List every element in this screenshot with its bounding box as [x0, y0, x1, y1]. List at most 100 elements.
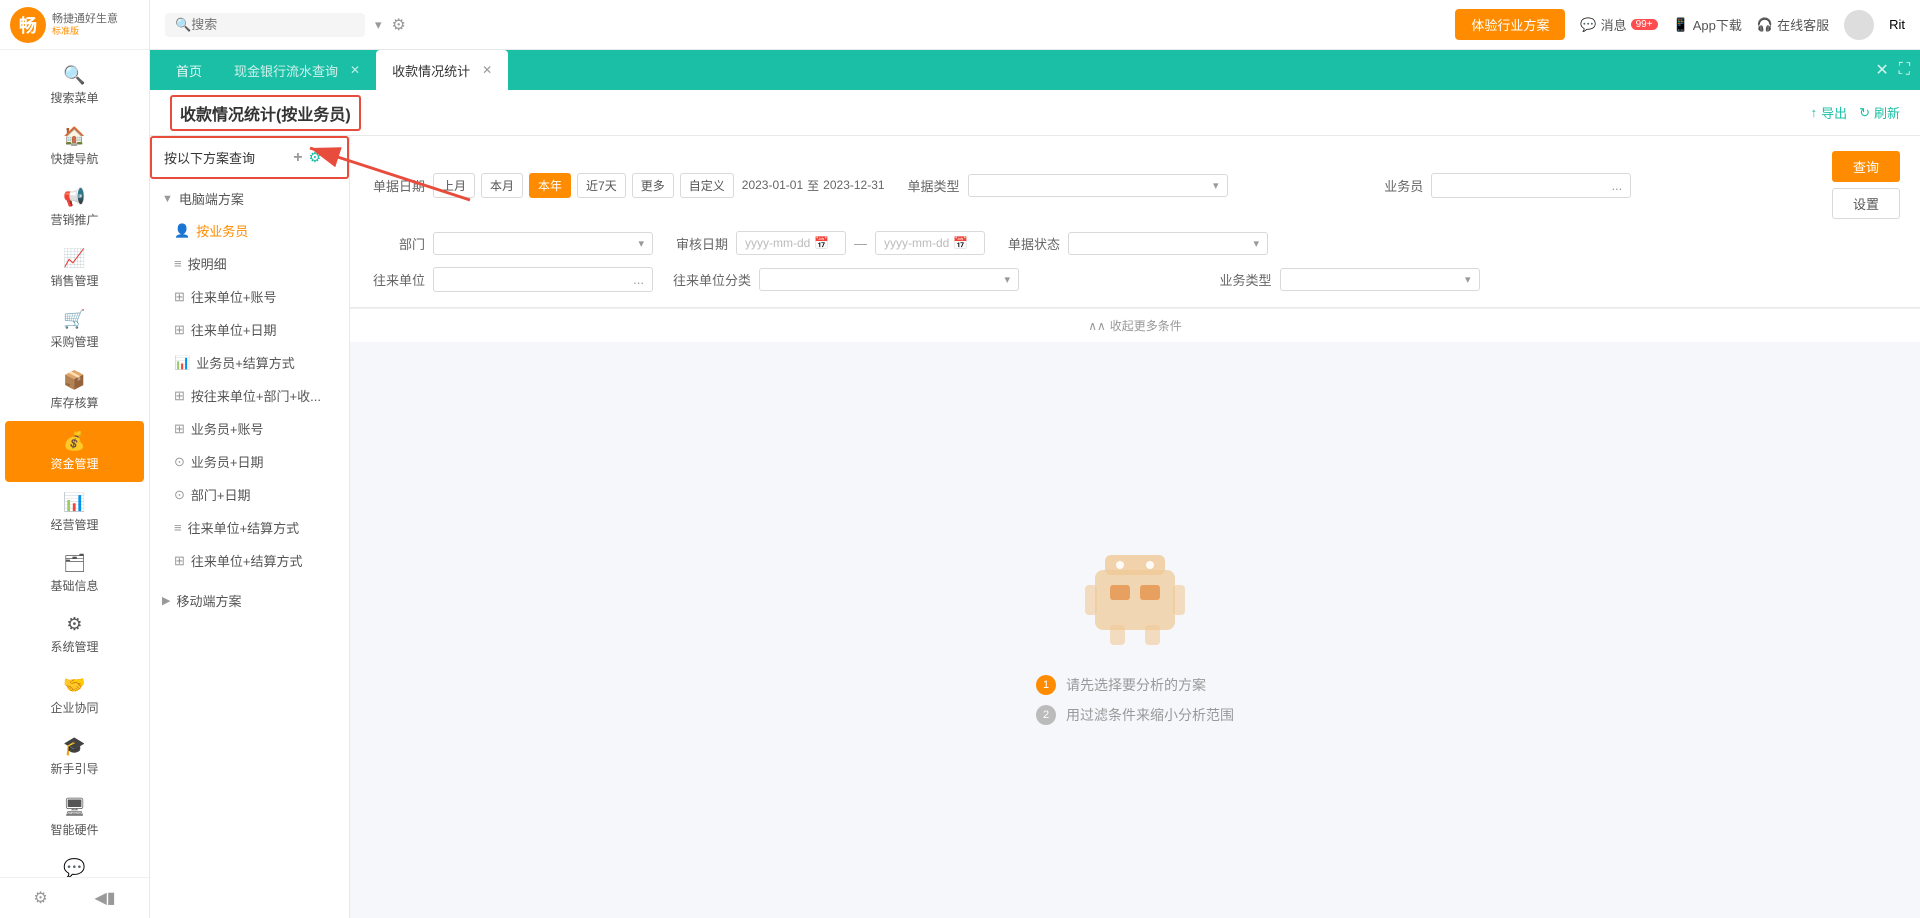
date-preset-本月[interactable]: 本月 [481, 173, 523, 198]
sidebar-nav: 🔍 搜索菜单 🏠 快捷导航 📢 营销推广 📈 销售管理 🛒 采购管理 📦 库存核… [0, 50, 149, 877]
sidebar-item-search[interactable]: 🔍 搜索菜单 [0, 55, 149, 116]
empty-state: 1 请先选择要分析的方案 2 用过滤条件来缩小分析范围 [350, 342, 1920, 918]
business-type-filter: 业务类型 ▾ [1217, 268, 1741, 291]
user-avatar[interactable] [1844, 10, 1874, 40]
quicknav-icon: 🏠 [63, 126, 85, 147]
salesman-select[interactable]: ... [1431, 173, 1631, 198]
voucher-status-label: 单据状态 [1005, 234, 1060, 253]
search-box[interactable]: 🔍 [165, 13, 365, 37]
message-action[interactable]: 💬 消息 99+ [1580, 15, 1657, 34]
collapse-bar[interactable]: ∧∧ 收起更多条件 [350, 308, 1920, 342]
setting-button[interactable]: 设置 [1832, 188, 1900, 219]
counterpart-more[interactable]: ... [633, 272, 644, 287]
tab-maximize-icon[interactable]: ⛶ [1899, 61, 1910, 79]
trial-button[interactable]: 体验行业方案 [1455, 9, 1565, 40]
guide-label: 新手引导 [50, 760, 98, 777]
export-button[interactable]: ↑ 导出 [1811, 103, 1848, 122]
scheme-panel: 按以下方案查询 + ⚙ « ▼ 电脑端方案 👤 按业务员 ≡ 按明细 ⊞ 往来单… [150, 136, 350, 918]
guide-icon: 🎓 [63, 736, 85, 757]
dropdown-icon[interactable]: ▾ [375, 17, 382, 33]
sidebar-settings-icon[interactable]: ⚙ [33, 888, 47, 908]
scheme-collapse-icon[interactable]: « [327, 150, 335, 166]
app-logo: 畅 畅捷通好生意 标准版 [0, 0, 149, 50]
hardware-icon: 🖥 [63, 797, 86, 818]
scheme-item-salesman_date[interactable]: ⊙ 业务员+日期 [150, 445, 349, 478]
scheme-item-salesman_settlement[interactable]: 📊 业务员+结算方式 [150, 346, 349, 379]
date-preset-本年[interactable]: 本年 [529, 173, 571, 198]
sidebar-item-finance[interactable]: 💰 资金管理 [5, 421, 144, 482]
scheme-item-by_salesman[interactable]: 👤 按业务员 [150, 214, 349, 247]
scheme-gear-icon[interactable]: ⚙ [309, 149, 322, 166]
search-input[interactable] [191, 17, 355, 32]
sidebar-item-system[interactable]: ⚙ 系统管理 [0, 604, 149, 665]
business-type-select[interactable]: ▾ [1280, 268, 1480, 291]
audit-date-from[interactable]: yyyy-mm-dd 📅 [736, 231, 846, 255]
basic-label: 基础信息 [50, 577, 98, 594]
sidebar-item-corp[interactable]: 🤝 企业协同 [0, 665, 149, 726]
date-preset-近7天[interactable]: 近7天 [577, 173, 626, 198]
counterpart-select[interactable]: ... [433, 267, 653, 292]
date-preset-自定义[interactable]: 自定义 [680, 173, 734, 198]
filter-area: 单据日期 上月本月本年近7天更多自定义 2023-01-01 至 2023-12… [350, 136, 1920, 308]
sidebar-item-wechat[interactable]: 💬 企业微信 [0, 848, 149, 877]
salesman-more[interactable]: ... [1611, 178, 1622, 193]
sidebar-item-quicknav[interactable]: 🏠 快捷导航 [0, 116, 149, 177]
app-download-action[interactable]: 📱 App下载 [1673, 15, 1742, 34]
tab-home[interactable]: 首页 [160, 50, 218, 90]
scheme-item-by_detail[interactable]: ≡ 按明细 [150, 247, 349, 280]
counterpart-category-select[interactable]: ▾ [759, 268, 1019, 291]
dept-select[interactable]: ▾ [433, 232, 653, 255]
sidebar-collapse-icon[interactable]: ◀▮ [94, 888, 115, 908]
scheme-group-label-pc: 电脑端方案 [179, 189, 244, 208]
sidebar-item-guide[interactable]: 🎓 新手引导 [0, 726, 149, 787]
scheme-item-unit_settlement1[interactable]: ≡ 往来单位+结算方式 [150, 511, 349, 544]
tab-bank-close[interactable]: ✕ [350, 63, 360, 77]
sidebar-item-sales[interactable]: 📈 销售管理 [0, 238, 149, 299]
tab-bank[interactable]: 现金银行流水查询✕ [218, 50, 376, 90]
scheme-group-header-mobile[interactable]: ▶ 移动端方案 [150, 585, 349, 616]
logo-text: 畅捷通好生意 标准版 [52, 12, 118, 38]
date-preset-上月[interactable]: 上月 [433, 173, 475, 198]
finance-label: 资金管理 [50, 455, 98, 472]
scheme-item-unit_settlement2[interactable]: ⊞ 往来单位+结算方式 [150, 544, 349, 577]
scheme-item-icon-unit_dept_receipt: ⊞ [174, 388, 185, 404]
collapse-up-icon: ∧∧ [1088, 319, 1106, 333]
scheme-add-icon[interactable]: + [293, 149, 302, 167]
tab-receipt-close[interactable]: ✕ [482, 63, 492, 77]
top-bar-actions: 体验行业方案 💬 消息 99+ 📱 App下载 🎧 在线客服 Rit [1455, 9, 1905, 40]
query-button[interactable]: 查询 [1832, 151, 1900, 182]
search-icon: 🔍 [175, 17, 191, 33]
audit-date-to[interactable]: yyyy-mm-dd 📅 [875, 231, 985, 255]
sidebar-item-hardware[interactable]: 🖥 智能硬件 [0, 787, 149, 848]
empty-steps: 1 请先选择要分析的方案 2 用过滤条件来缩小分析范围 [1036, 675, 1234, 725]
online-service-action[interactable]: 🎧 在线客服 [1757, 15, 1829, 34]
finance-icon: 💰 [63, 431, 85, 452]
refresh-button[interactable]: ↻ 刷新 [1859, 103, 1900, 122]
voucher-status-select[interactable]: ▾ [1068, 232, 1268, 255]
scheme-group-header-pc[interactable]: ▼ 电脑端方案 [150, 183, 349, 214]
quicknav-label: 快捷导航 [50, 150, 98, 167]
scheme-item-icon-by_salesman: 👤 [174, 223, 190, 239]
scheme-item-unit_dept_receipt[interactable]: ⊞ 按往来单位+部门+收... [150, 379, 349, 412]
sidebar-item-inventory[interactable]: 📦 库存核算 [0, 360, 149, 421]
date-preset-更多[interactable]: 更多 [632, 173, 674, 198]
scheme-item-salesman_account[interactable]: ⊞ 业务员+账号 [150, 412, 349, 445]
voucher-type-select[interactable]: ▾ [968, 174, 1228, 197]
scheme-item-label-unit_account: 往来单位+账号 [191, 287, 277, 306]
sidebar-item-operation[interactable]: 📊 经营管理 [0, 482, 149, 543]
step2-num: 2 [1036, 705, 1056, 725]
scheme-item-icon-unit_settlement1: ≡ [174, 520, 182, 535]
user-name: Rit [1889, 17, 1905, 32]
scheme-item-dept_date[interactable]: ⊙ 部门+日期 [150, 478, 349, 511]
sidebar-item-purchase[interactable]: 🛒 采购管理 [0, 299, 149, 360]
tab-receipt[interactable]: 收款情况统计✕ [376, 50, 508, 90]
scheme-item-icon-salesman_account: ⊞ [174, 421, 185, 437]
gear-icon-top[interactable]: ⚙ [392, 15, 406, 35]
scheme-item-unit_account[interactable]: ⊞ 往来单位+账号 [150, 280, 349, 313]
sales-label: 销售管理 [50, 272, 98, 289]
tab-close-all-icon[interactable]: ✕ [1875, 60, 1888, 80]
sidebar-item-marketing[interactable]: 📢 营销推广 [0, 177, 149, 238]
scheme-item-unit_date[interactable]: ⊞ 往来单位+日期 [150, 313, 349, 346]
sidebar-item-basic[interactable]: 🗂 基础信息 [0, 543, 149, 604]
scheme-group-expand-icon-mobile: ▶ [162, 594, 170, 607]
